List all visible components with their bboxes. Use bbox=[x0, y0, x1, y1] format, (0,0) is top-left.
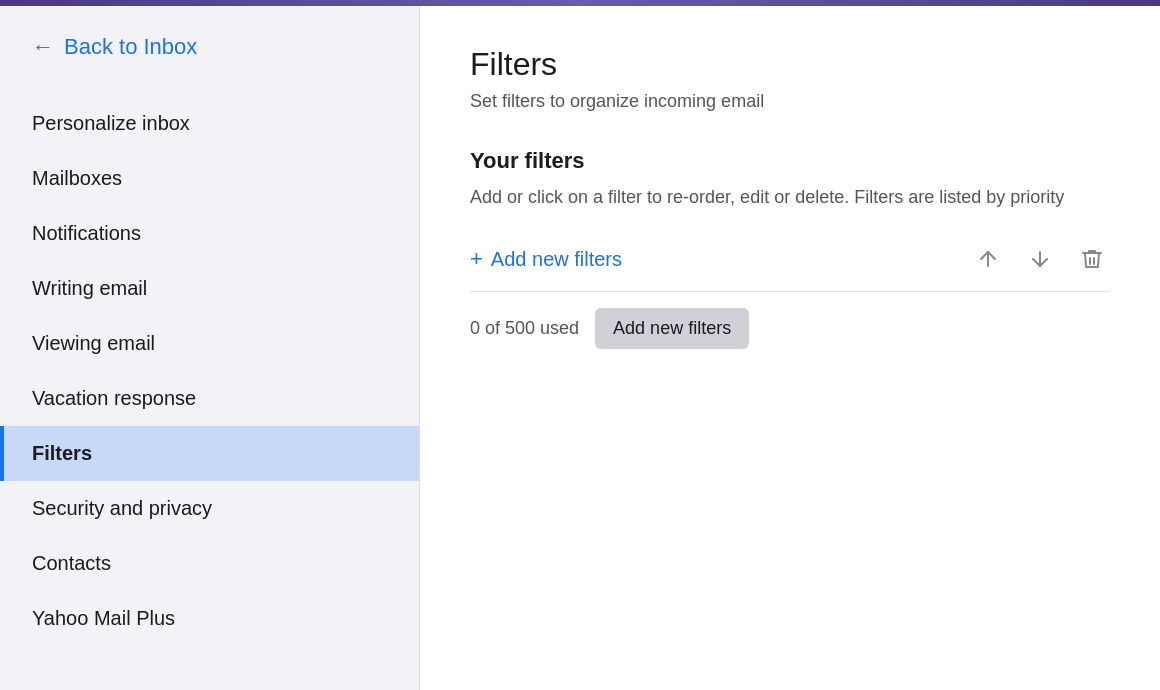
trash-icon bbox=[1080, 247, 1104, 271]
sidebar-item-personalize-inbox[interactable]: Personalize inbox bbox=[0, 96, 419, 151]
page-title: Filters bbox=[470, 46, 1110, 83]
sidebar-item-mailboxes[interactable]: Mailboxes bbox=[0, 151, 419, 206]
sidebar-item-security-privacy[interactable]: Security and privacy bbox=[0, 481, 419, 536]
sidebar-item-writing-email[interactable]: Writing email bbox=[0, 261, 419, 316]
down-arrow-button[interactable] bbox=[1022, 241, 1058, 277]
main-content: Filters Set filters to organize incoming… bbox=[420, 6, 1160, 690]
add-filter-button[interactable]: + Add new filters bbox=[470, 246, 622, 272]
delete-button[interactable] bbox=[1074, 241, 1110, 277]
used-count: 0 of 500 used bbox=[470, 318, 579, 339]
sidebar-item-vacation-response[interactable]: Vacation response bbox=[0, 371, 419, 426]
page-subtitle: Set filters to organize incoming email bbox=[470, 91, 1110, 112]
nav-list: Personalize inboxMailboxesNotificationsW… bbox=[0, 88, 419, 654]
plus-icon: + bbox=[470, 246, 483, 272]
back-arrow-icon: ← bbox=[32, 34, 54, 60]
sidebar-item-notifications[interactable]: Notifications bbox=[0, 206, 419, 261]
add-new-filters-button[interactable]: Add new filters bbox=[595, 308, 749, 349]
sidebar-item-yahoo-mail-plus[interactable]: Yahoo Mail Plus bbox=[0, 591, 419, 646]
sidebar: ← Back to Inbox Personalize inboxMailbox… bbox=[0, 6, 420, 690]
toolbar-icons bbox=[970, 241, 1110, 277]
section-title: Your filters bbox=[470, 148, 1110, 174]
sidebar-item-filters[interactable]: Filters bbox=[0, 426, 419, 481]
sidebar-item-viewing-email[interactable]: Viewing email bbox=[0, 316, 419, 371]
sidebar-item-contacts[interactable]: Contacts bbox=[0, 536, 419, 591]
back-to-inbox-link[interactable]: ← Back to Inbox bbox=[0, 6, 419, 88]
add-filter-label: Add new filters bbox=[491, 248, 622, 271]
up-arrow-button[interactable] bbox=[970, 241, 1006, 277]
section-description: Add or click on a filter to re-order, ed… bbox=[470, 184, 1110, 211]
filters-toolbar: + Add new filters bbox=[470, 241, 1110, 292]
down-arrow-icon bbox=[1028, 247, 1052, 271]
filters-status-row: 0 of 500 used Add new filters bbox=[470, 308, 1110, 349]
up-arrow-icon bbox=[976, 247, 1000, 271]
main-layout: ← Back to Inbox Personalize inboxMailbox… bbox=[0, 6, 1160, 690]
back-to-inbox-label: Back to Inbox bbox=[64, 34, 197, 60]
